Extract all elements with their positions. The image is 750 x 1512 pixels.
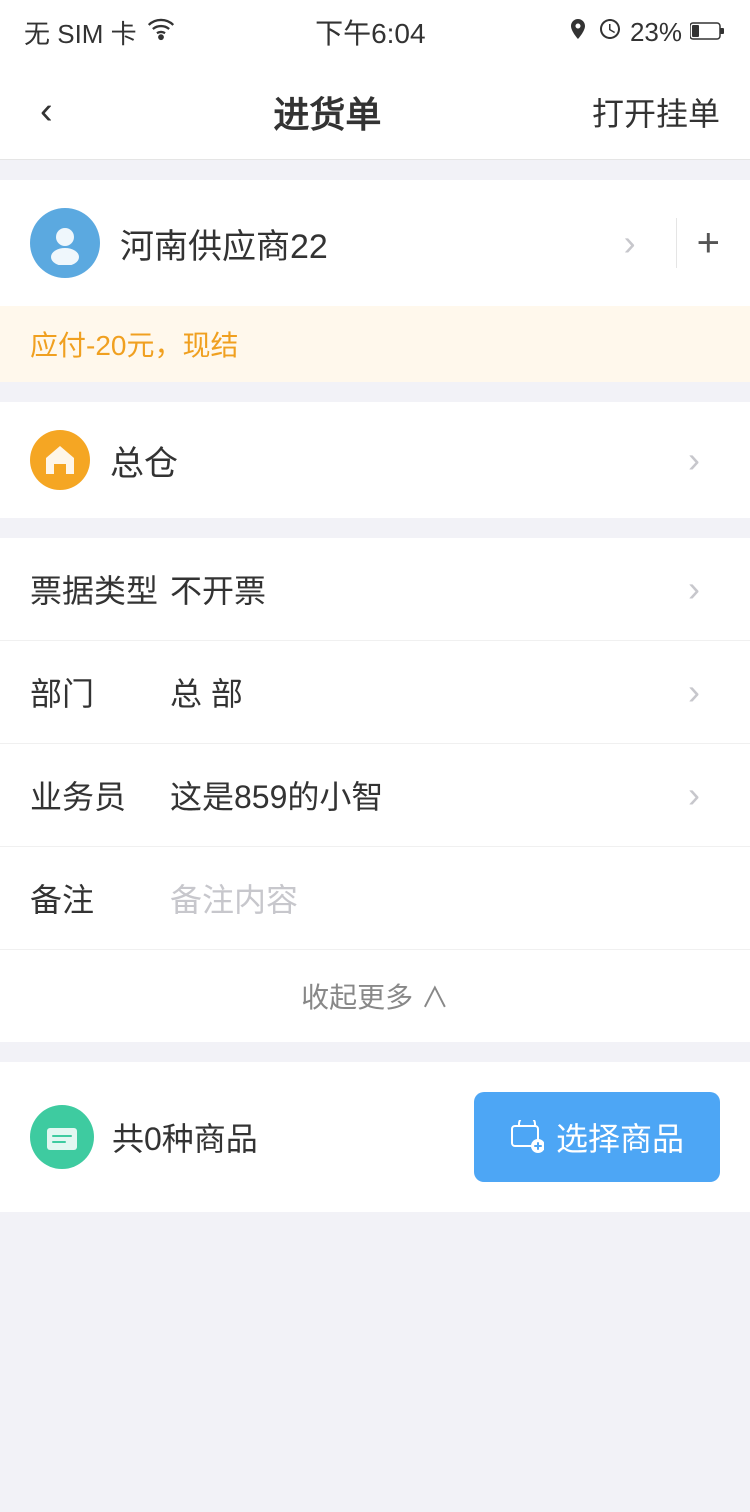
battery-label: 23% [630, 17, 682, 48]
supplier-name: 河南供应商22 [120, 219, 624, 268]
back-button[interactable]: ‹ [30, 80, 63, 143]
location-icon [566, 17, 590, 48]
gap-1 [0, 160, 750, 180]
gap-3 [0, 518, 750, 538]
salesperson-row[interactable]: 业务员 这是859的小智 › [0, 743, 750, 846]
salesperson-label: 业务员 [30, 772, 170, 818]
warehouse-icon [30, 430, 90, 490]
supplier-row[interactable]: 河南供应商22 › + [0, 180, 750, 306]
department-chevron-icon: › [688, 671, 700, 713]
warehouse-row[interactable]: 总仓 › [0, 402, 750, 518]
goods-icon [30, 1105, 94, 1169]
gap-2 [0, 382, 750, 402]
carrier-label: 无 SIM 卡 [24, 14, 137, 51]
add-supplier-button[interactable]: + [697, 221, 720, 266]
alarm-icon [598, 17, 622, 48]
open-pending-button[interactable]: 打开挂单 [592, 89, 720, 135]
invoice-type-label: 票据类型 [30, 566, 170, 612]
form-section: 票据类型 不开票 › 部门 总 部 › 业务员 这是859的小智 › 备注 备注… [0, 538, 750, 1042]
status-bar: 无 SIM 卡 下午6:04 23% [0, 0, 750, 64]
warehouse-name: 总仓 [110, 436, 688, 485]
department-label: 部门 [30, 669, 170, 715]
bottom-fill [0, 1212, 750, 1512]
nav-bar: ‹ 进货单 打开挂单 [0, 64, 750, 160]
status-time: 下午6:04 [315, 12, 426, 52]
invoice-type-value: 不开票 [170, 566, 688, 612]
status-left: 无 SIM 卡 [24, 14, 175, 51]
status-right: 23% [566, 17, 726, 48]
collapse-label: 收起更多 ∧ [301, 976, 449, 1016]
select-goods-button[interactable]: 选择商品 [474, 1092, 720, 1182]
supplier-section: 河南供应商22 › + 应付-20元，现结 [0, 180, 750, 382]
warehouse-chevron-icon: › [688, 439, 700, 481]
supplier-chevron-icon: › [624, 222, 636, 264]
nav-title: 进货单 [273, 86, 381, 138]
goods-count: 共0种商品 [112, 1114, 258, 1160]
footer-section: 共0种商品 选择商品 [0, 1062, 750, 1212]
select-goods-label: 选择商品 [556, 1114, 684, 1160]
vertical-divider [676, 218, 677, 268]
collapse-button[interactable]: 收起更多 ∧ [0, 949, 750, 1042]
invoice-type-row[interactable]: 票据类型 不开票 › [0, 538, 750, 640]
department-row[interactable]: 部门 总 部 › [0, 640, 750, 743]
remark-row[interactable]: 备注 备注内容 [0, 846, 750, 949]
warehouse-section: 总仓 › [0, 402, 750, 518]
remark-input[interactable]: 备注内容 [170, 875, 720, 921]
invoice-type-chevron-icon: › [688, 568, 700, 610]
wifi-icon [147, 15, 175, 50]
supplier-avatar [30, 208, 100, 278]
remark-label: 备注 [30, 875, 170, 921]
select-goods-icon [510, 1120, 544, 1154]
salesperson-value: 这是859的小智 [170, 772, 688, 818]
battery-icon [690, 17, 726, 48]
salesperson-chevron-icon: › [688, 774, 700, 816]
supplier-notice: 应付-20元，现结 [0, 306, 750, 382]
goods-info: 共0种商品 [30, 1105, 258, 1169]
department-value: 总 部 [170, 669, 688, 715]
